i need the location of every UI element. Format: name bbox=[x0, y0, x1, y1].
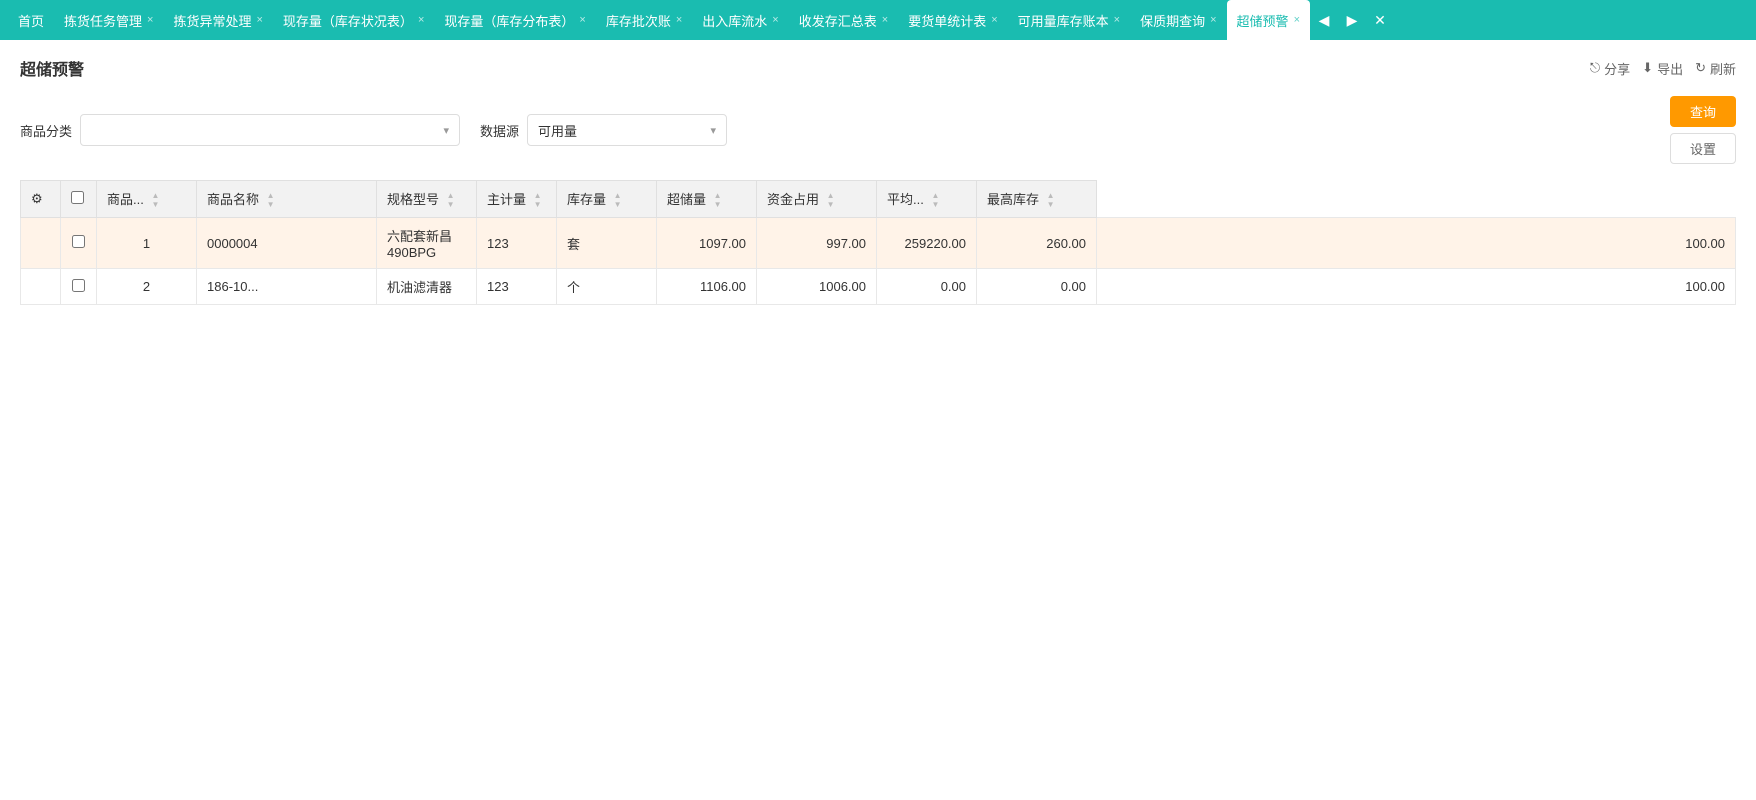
col-capital-header[interactable]: 资金占用 ▲ ▼ bbox=[757, 181, 877, 218]
tab-inout-flow[interactable]: 出入库流水 × bbox=[692, 0, 788, 40]
col-product-code-header[interactable]: 商品... ▲ ▼ bbox=[97, 181, 197, 218]
row-avg: 0.00 bbox=[977, 269, 1097, 305]
close-inout-flow-icon[interactable]: × bbox=[772, 14, 778, 26]
share-icon: ⎋ bbox=[1590, 60, 1600, 76]
close-pick-task-icon[interactable]: × bbox=[147, 14, 153, 26]
category-label: 商品分类 bbox=[20, 121, 72, 140]
data-table: ⚙ 商品... ▲ ▼ 商品名称 ▲ ▼ bbox=[20, 180, 1736, 305]
nav-next-button[interactable]: ▶ bbox=[1338, 0, 1366, 40]
row-overstock: 997.00 bbox=[757, 218, 877, 269]
row-product-name: 机油滤清器 bbox=[377, 269, 477, 305]
col-overstock-header[interactable]: 超储量 ▲ ▼ bbox=[657, 181, 757, 218]
tab-batch-account[interactable]: 库存批次账 × bbox=[596, 0, 692, 40]
header-actions: ⎋ 分享 ⬇ 导出 ↻ 刷新 bbox=[1590, 59, 1736, 78]
col-avg-header[interactable]: 平均... ▲ ▼ bbox=[877, 181, 977, 218]
table-row: 1 0000004 六配套新昌490BPG 123 套 1097.00 997.… bbox=[21, 218, 1736, 269]
export-icon: ⬇ bbox=[1642, 60, 1653, 76]
tab-recv-send-summary[interactable]: 收发存汇总表 × bbox=[789, 0, 898, 40]
datasource-select[interactable]: 可用量 ▾ bbox=[527, 114, 727, 146]
nav-close-button[interactable]: ✕ bbox=[1366, 0, 1394, 40]
settings-button[interactable]: 设置 bbox=[1670, 133, 1736, 164]
row-num: 1 bbox=[97, 218, 197, 269]
page-header: 超储预警 ⎋ 分享 ⬇ 导出 ↻ 刷新 bbox=[20, 56, 1736, 80]
row-checkbox-cell bbox=[61, 269, 97, 305]
row-stock: 1106.00 bbox=[657, 269, 757, 305]
row-unit: 套 bbox=[557, 218, 657, 269]
refresh-icon: ↻ bbox=[1695, 60, 1706, 76]
page-title: 超储预警 bbox=[20, 56, 84, 80]
filter-bar: 商品分类 ▾ 数据源 可用量 ▾ 查询 设置 bbox=[20, 96, 1736, 164]
row-checkbox-cell bbox=[61, 218, 97, 269]
row-capital: 259220.00 bbox=[877, 218, 977, 269]
select-all-checkbox[interactable] bbox=[71, 191, 84, 204]
close-overstock-warning-icon[interactable]: × bbox=[1294, 14, 1300, 26]
datasource-value: 可用量 bbox=[538, 121, 577, 140]
close-shelf-life-icon[interactable]: × bbox=[1210, 14, 1216, 26]
tab-available-ledger[interactable]: 可用量库存账本 × bbox=[1008, 0, 1130, 40]
close-pick-exception-icon[interactable]: × bbox=[256, 14, 262, 26]
tab-home[interactable]: 首页 bbox=[8, 0, 54, 40]
row-gear-cell bbox=[21, 269, 61, 305]
datasource-chevron-icon: ▾ bbox=[711, 124, 717, 137]
table-header-row: ⚙ 商品... ▲ ▼ 商品名称 ▲ ▼ bbox=[21, 181, 1736, 218]
close-batch-account-icon[interactable]: × bbox=[676, 14, 682, 26]
tab-pick-exception[interactable]: 拣货异常处理 × bbox=[163, 0, 272, 40]
share-button[interactable]: ⎋ 分享 bbox=[1590, 59, 1630, 78]
col-max-stock-header[interactable]: 最高库存 ▲ ▼ bbox=[977, 181, 1097, 218]
col-unit-header[interactable]: 主计量 ▲ ▼ bbox=[477, 181, 557, 218]
topbar: 首页 拣货任务管理 × 拣货异常处理 × 现存量（库存状况表） × 现存量（库存… bbox=[0, 0, 1756, 40]
row-checkbox-1[interactable] bbox=[72, 279, 85, 292]
category-chevron-icon: ▾ bbox=[443, 124, 449, 137]
category-filter: 商品分类 ▾ bbox=[20, 114, 460, 146]
row-num: 2 bbox=[97, 269, 197, 305]
refresh-button[interactable]: ↻ 刷新 bbox=[1695, 59, 1736, 78]
close-stock-status-icon[interactable]: × bbox=[418, 14, 424, 26]
row-gear-cell bbox=[21, 218, 61, 269]
export-button[interactable]: ⬇ 导出 bbox=[1642, 59, 1683, 78]
row-product-code: 186-10... bbox=[197, 269, 377, 305]
close-stock-dist-icon[interactable]: × bbox=[579, 14, 585, 26]
tab-demand-stats[interactable]: 要货单统计表 × bbox=[898, 0, 1007, 40]
col-gear[interactable]: ⚙ bbox=[21, 181, 61, 218]
row-max-stock: 100.00 bbox=[1097, 269, 1736, 305]
tab-stock-status[interactable]: 现存量（库存状况表） × bbox=[273, 0, 434, 40]
page-content: 超储预警 ⎋ 分享 ⬇ 导出 ↻ 刷新 商品分类 ▾ 数据源 bbox=[0, 40, 1756, 800]
tab-stock-dist[interactable]: 现存量（库存分布表） × bbox=[434, 0, 595, 40]
col-product-name-header[interactable]: 商品名称 ▲ ▼ bbox=[197, 181, 377, 218]
row-product-name: 六配套新昌490BPG bbox=[377, 218, 477, 269]
tab-overstock-warning[interactable]: 超储预警 × bbox=[1227, 0, 1310, 40]
row-spec: 123 bbox=[477, 218, 557, 269]
col-spec-header[interactable]: 规格型号 ▲ ▼ bbox=[377, 181, 477, 218]
row-max-stock: 100.00 bbox=[1097, 218, 1736, 269]
table-row: 2 186-10... 机油滤清器 123 个 1106.00 1006.00 … bbox=[21, 269, 1736, 305]
row-capital: 0.00 bbox=[877, 269, 977, 305]
datasource-label: 数据源 bbox=[480, 121, 519, 140]
query-button[interactable]: 查询 bbox=[1670, 96, 1736, 127]
row-checkbox-0[interactable] bbox=[72, 235, 85, 248]
nav-prev-button[interactable]: ◀ bbox=[1310, 0, 1338, 40]
row-stock: 1097.00 bbox=[657, 218, 757, 269]
gear-icon: ⚙ bbox=[31, 191, 43, 206]
row-unit: 个 bbox=[557, 269, 657, 305]
close-recv-send-icon[interactable]: × bbox=[882, 14, 888, 26]
datasource-filter: 数据源 可用量 ▾ bbox=[480, 114, 727, 146]
filter-buttons: 查询 设置 bbox=[1670, 96, 1736, 164]
col-checkbox bbox=[61, 181, 97, 218]
row-avg: 260.00 bbox=[977, 218, 1097, 269]
close-available-ledger-icon[interactable]: × bbox=[1114, 14, 1120, 26]
col-stock-header[interactable]: 库存量 ▲ ▼ bbox=[557, 181, 657, 218]
row-overstock: 1006.00 bbox=[757, 269, 877, 305]
tab-pick-task[interactable]: 拣货任务管理 × bbox=[54, 0, 163, 40]
tab-shelf-life[interactable]: 保质期查询 × bbox=[1130, 0, 1226, 40]
row-spec: 123 bbox=[477, 269, 557, 305]
row-product-code: 0000004 bbox=[197, 218, 377, 269]
category-select[interactable]: ▾ bbox=[80, 114, 460, 146]
close-demand-stats-icon[interactable]: × bbox=[991, 14, 997, 26]
